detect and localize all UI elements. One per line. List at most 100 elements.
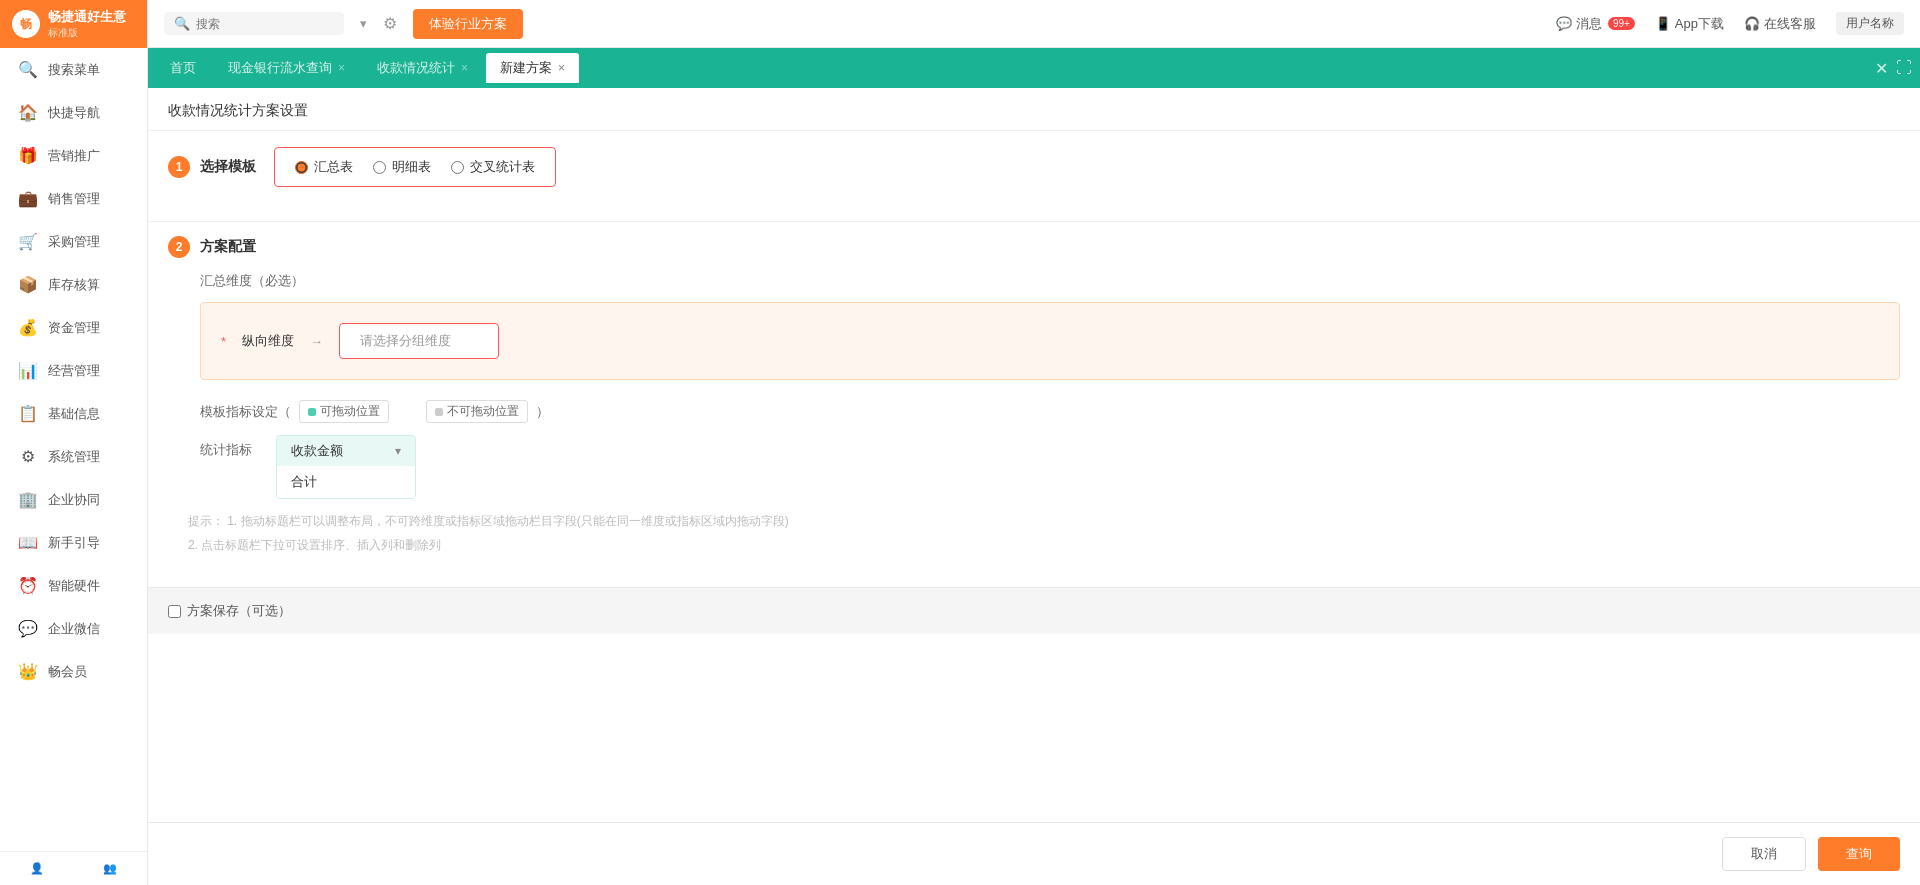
industry-btn[interactable]: 体验行业方案	[413, 9, 523, 39]
sidebar-item-search-menu[interactable]: 🔍 搜索菜单	[0, 48, 147, 91]
message-badge: 99+	[1608, 17, 1635, 30]
tab-bank-flow-label: 现金银行流水查询	[228, 59, 332, 77]
finance-icon: 💰	[18, 318, 38, 337]
sidebar-item-newbie[interactable]: 📖 新手引导	[0, 521, 147, 564]
save-checkbox-label[interactable]: 方案保存（可选）	[168, 602, 291, 620]
member-icon: 👑	[18, 662, 38, 681]
enterprise-icon: 🏢	[18, 490, 38, 509]
cancel-button[interactable]: 取消	[1722, 837, 1806, 871]
save-checkbox-input[interactable]	[168, 605, 181, 618]
sidebar-item-weixin[interactable]: 💬 企业微信	[0, 607, 147, 650]
sidebar-item-quick-nav[interactable]: 🏠 快捷导航	[0, 91, 147, 134]
main-area: 🔍 ▾ ⚙ 体验行业方案 💬 消息 99+ 📱 App下载 🎧 在线客服 用户名…	[148, 0, 1920, 885]
sidebar-item-label: 销售管理	[48, 190, 100, 208]
radio-detail-input[interactable]	[373, 161, 386, 174]
stat-table-header-row[interactable]: 收款金额 ▾	[277, 436, 415, 466]
tabbar: 首页 现金银行流水查询 × 收款情况统计 × 新建方案 × ✕ ⛶	[148, 48, 1920, 88]
step2-label: 2 方案配置	[168, 236, 1900, 258]
tips-line1: 提示： 1. 拖动标题栏可以调整布局，不可跨维度或指标区域拖动栏目字段(只能在同…	[188, 509, 1880, 533]
sidebar-item-finance[interactable]: 💰 资金管理	[0, 306, 147, 349]
sidebar-item-enterprise[interactable]: 🏢 企业协同	[0, 478, 147, 521]
step1-label: 1 选择模板 汇总表 明细表	[168, 147, 1900, 187]
logo-badge: 标准版	[48, 26, 126, 40]
sales-icon: 💼	[18, 189, 38, 208]
dimension-row: * 纵向维度 → 请选择分组维度	[221, 323, 1879, 359]
search-input[interactable]	[196, 17, 316, 31]
sidebar-item-purchase[interactable]: 🛒 采购管理	[0, 220, 147, 263]
query-button[interactable]: 查询	[1818, 837, 1900, 871]
logo-icon: 畅	[12, 10, 40, 38]
indicator-label-row: 模板指标设定（ 可拖动位置 不可拖动位置 ）	[200, 400, 1900, 423]
separator-text	[401, 403, 414, 421]
dimension-section-label: 汇总维度（必选）	[200, 272, 1900, 290]
tabbar-controls: ✕ ⛶	[1875, 59, 1912, 78]
app-download-icon: 📱	[1655, 16, 1671, 31]
dimension-select[interactable]: 请选择分组维度	[339, 323, 499, 359]
radio-summary-input[interactable]	[295, 161, 308, 174]
sidebar-item-label: 经营管理	[48, 362, 100, 380]
page-header: 收款情况统计方案设置	[148, 88, 1920, 131]
radio-cross-input[interactable]	[451, 161, 464, 174]
tab-collection-stats[interactable]: 收款情况统计 ×	[363, 53, 482, 83]
dimension-area: * 纵向维度 → 请选择分组维度	[200, 302, 1900, 380]
tips-section: 提示： 1. 拖动标题栏可以调整布局，不可跨维度或指标区域拖动栏目字段(只能在同…	[168, 499, 1900, 567]
tab-new-plan-close[interactable]: ×	[558, 61, 565, 75]
sidebar-item-inventory[interactable]: 📦 库存核算	[0, 263, 147, 306]
indicator-settings: 模板指标设定（ 可拖动位置 不可拖动位置 ）	[200, 400, 1900, 499]
bottom-icon2: 👥	[103, 862, 117, 875]
tab-new-plan[interactable]: 新建方案 ×	[486, 53, 579, 83]
topbar: 🔍 ▾ ⚙ 体验行业方案 💬 消息 99+ 📱 App下载 🎧 在线客服 用户名…	[148, 0, 1920, 48]
online-service-icon: 🎧	[1744, 16, 1760, 31]
logo-title: 畅捷通好生意	[48, 8, 126, 26]
sidebar-item-operation[interactable]: 📊 经营管理	[0, 349, 147, 392]
tab-close-all-icon[interactable]: ✕	[1875, 59, 1888, 78]
stat-col-dropdown-icon[interactable]: ▾	[395, 444, 401, 458]
message-item[interactable]: 💬 消息 99+	[1556, 15, 1635, 33]
topbar-search-box[interactable]: 🔍	[164, 12, 344, 35]
message-icon: 💬	[1556, 16, 1572, 31]
system-icon: ⚙	[18, 447, 38, 466]
app-download-item[interactable]: 📱 App下载	[1655, 15, 1724, 33]
tab-collection-stats-close[interactable]: ×	[461, 61, 468, 75]
online-service-label: 在线客服	[1764, 15, 1816, 33]
nodrag-dot	[435, 408, 443, 416]
page-title: 收款情况统计方案设置	[168, 102, 308, 118]
sidebar-bottom-item1[interactable]: 👤	[30, 862, 44, 875]
purchase-icon: 🛒	[18, 232, 38, 251]
page-inner: 收款情况统计方案设置 1 选择模板 汇总表	[148, 88, 1920, 822]
sidebar-item-label: 搜索菜单	[48, 61, 100, 79]
radio-cross[interactable]: 交叉统计表	[451, 158, 535, 176]
tab-collection-stats-label: 收款情况统计	[377, 59, 455, 77]
required-star: *	[221, 334, 226, 349]
sidebar-item-label: 库存核算	[48, 276, 100, 294]
sidebar-item-label: 系统管理	[48, 448, 100, 466]
sidebar-item-system[interactable]: ⚙ 系统管理	[0, 435, 147, 478]
sidebar-item-marketing[interactable]: 🎁 营销推广	[0, 134, 147, 177]
topbar-dropdown-icon[interactable]: ▾	[360, 16, 367, 31]
dimension-config: 汇总维度（必选） * 纵向维度 → 请选择分组维度	[200, 272, 1900, 499]
user-avatar[interactable]: 用户名称	[1836, 12, 1904, 35]
sidebar-item-basic-info[interactable]: 📋 基础信息	[0, 392, 147, 435]
sidebar: 畅 畅捷通好生意 标准版 🔍 搜索菜单 🏠 快捷导航 🎁 营销推广 💼 销售管理…	[0, 0, 148, 885]
sidebar-item-member[interactable]: 👑 畅会员	[0, 650, 147, 693]
message-label: 消息	[1576, 15, 1602, 33]
tab-expand-icon[interactable]: ⛶	[1896, 59, 1912, 78]
basic-info-icon: 📋	[18, 404, 38, 423]
sidebar-item-label: 资金管理	[48, 319, 100, 337]
tab-bank-flow-close[interactable]: ×	[338, 61, 345, 75]
step2-section: 2 方案配置 汇总维度（必选） * 纵向维度 → 请选择分组维度	[148, 226, 1920, 587]
radio-detail[interactable]: 明细表	[373, 158, 431, 176]
tab-bank-flow[interactable]: 现金银行流水查询 ×	[214, 53, 359, 83]
step1-title: 选择模板	[200, 158, 256, 176]
tab-home[interactable]: 首页	[156, 53, 210, 83]
sidebar-item-sales[interactable]: 💼 销售管理	[0, 177, 147, 220]
indicator-settings-text: 模板指标设定（	[200, 403, 291, 421]
radio-summary[interactable]: 汇总表	[295, 158, 353, 176]
sidebar-bottom-item2[interactable]: 👥	[103, 862, 117, 875]
tab-home-label: 首页	[170, 59, 196, 77]
online-service-item[interactable]: 🎧 在线客服	[1744, 15, 1816, 33]
page-footer: 方案保存（可选）	[148, 587, 1920, 634]
sidebar-item-smart-hw[interactable]: ⏰ 智能硬件	[0, 564, 147, 607]
weixin-icon: 💬	[18, 619, 38, 638]
settings-icon[interactable]: ⚙	[383, 14, 397, 33]
